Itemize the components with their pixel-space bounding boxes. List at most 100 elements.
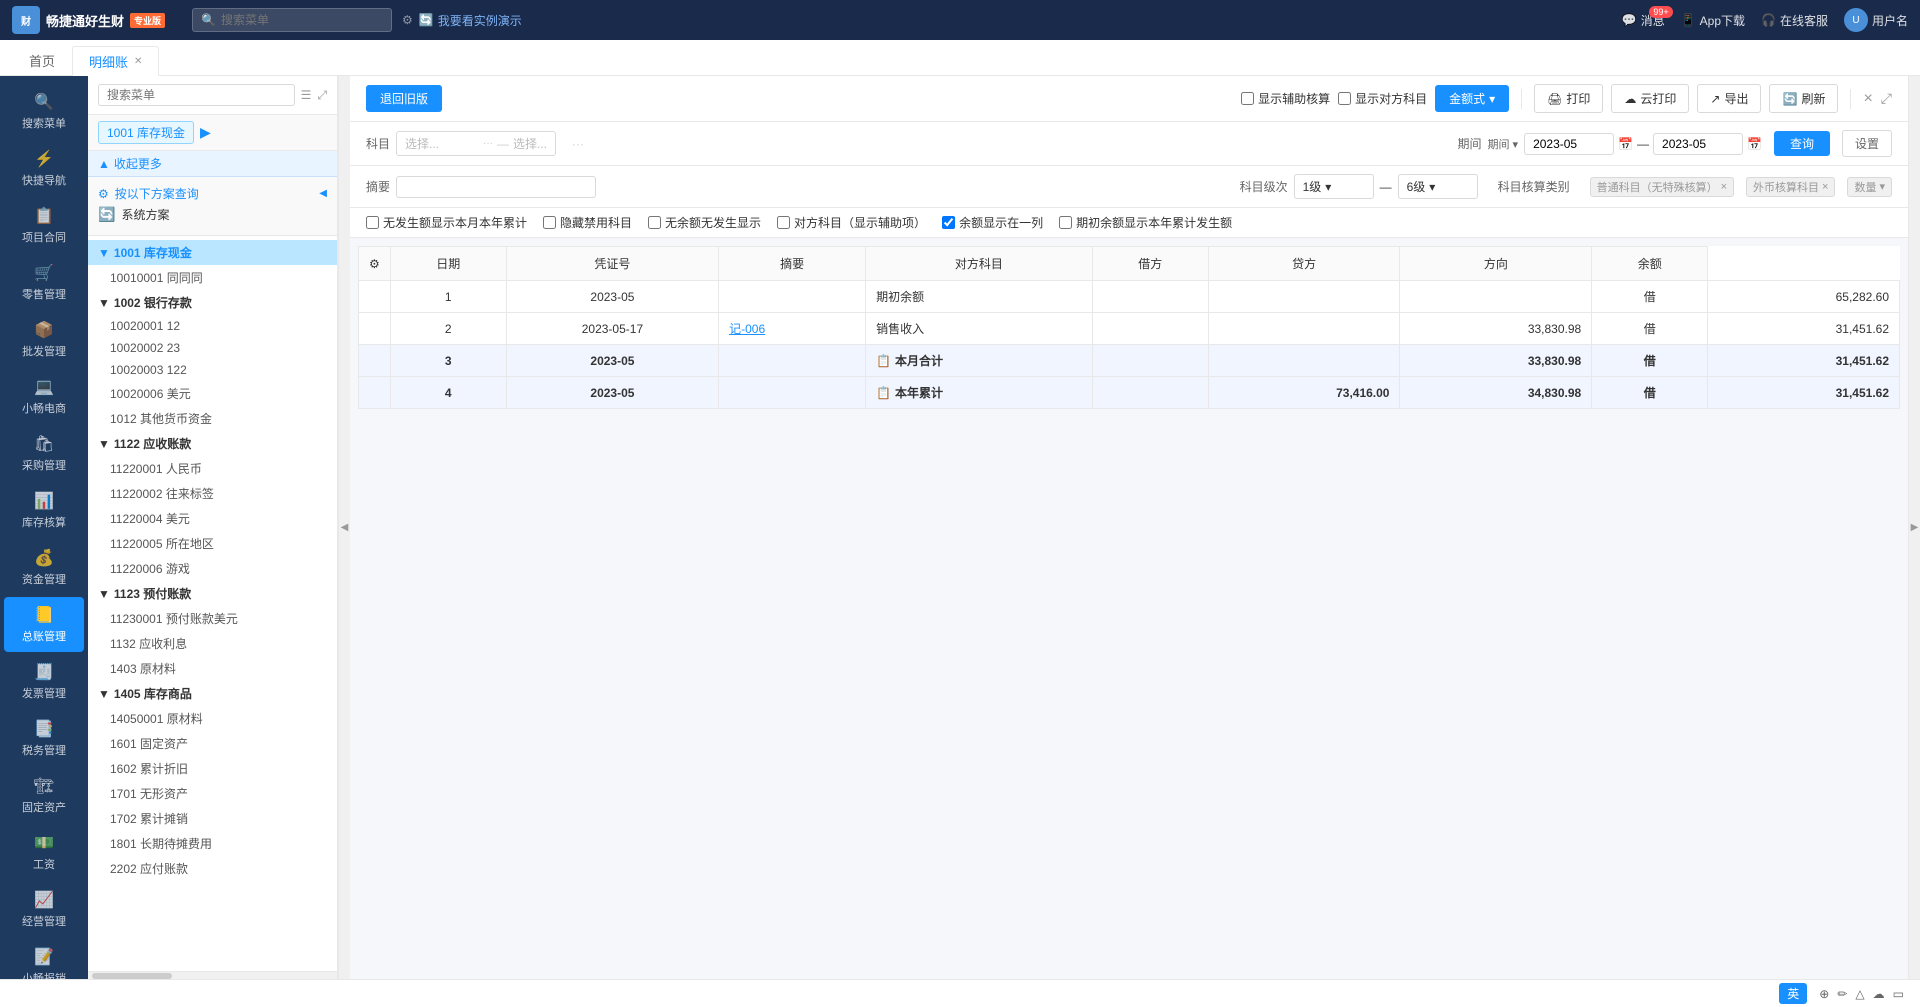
checkbox-opposite-input[interactable]: [777, 216, 790, 229]
sidebar-item-ledger[interactable]: 📒 总账管理: [4, 597, 84, 652]
cloud-print-button[interactable]: ☁ 云打印: [1611, 84, 1689, 113]
query-header[interactable]: ⚙ 按以下方案查询 ◀: [98, 185, 327, 202]
sidebar-item-ecommerce[interactable]: 💻 小畅电商: [4, 369, 84, 424]
tree-item-1132[interactable]: 1132 应收利息: [88, 631, 337, 656]
show-opposite-checkbox[interactable]: 显示对方科目: [1338, 90, 1427, 107]
show-helper-checkbox[interactable]: 显示辅助核算: [1241, 90, 1330, 107]
tree-item-2202[interactable]: 2202 应付账款: [88, 856, 337, 881]
tree-item-1403[interactable]: 1403 原材料: [88, 656, 337, 681]
checkbox-no-amount[interactable]: 无发生额显示本月本年累计: [366, 214, 527, 231]
tab-detail-ledger[interactable]: 明细账 ✕: [72, 46, 159, 76]
sidebar-item-retail[interactable]: 🛒 零售管理: [4, 255, 84, 310]
tree-item-10020001[interactable]: 10020001 12: [88, 315, 337, 337]
row-voucher-2[interactable]: 记-006: [719, 313, 866, 345]
export-button[interactable]: ↗ 导出: [1697, 84, 1761, 113]
panel-collapse-handle[interactable]: ◀: [338, 76, 350, 979]
tree-item-11220001[interactable]: 11220001 人民币: [88, 456, 337, 481]
tree-item-1701[interactable]: 1701 无形资产: [88, 781, 337, 806]
checkbox-year-accumulate[interactable]: 期初余额显示本年累计发生额: [1059, 214, 1232, 231]
tree-item-1602[interactable]: 1602 累计折旧: [88, 756, 337, 781]
tab-close-icon[interactable]: ✕: [134, 56, 142, 67]
show-helper-input[interactable]: [1241, 92, 1254, 105]
tree-item-1405[interactable]: ▼ 1405 库存商品: [88, 681, 337, 706]
checkbox-balance-col[interactable]: 余额显示在一列: [942, 214, 1043, 231]
translate-button[interactable]: 英: [1779, 983, 1807, 1004]
level-from-select[interactable]: 1级 ▾: [1294, 174, 1374, 199]
tree-item-1001[interactable]: ▼ 1001 库存现金: [88, 240, 337, 265]
expand-panel-button[interactable]: ⤢: [1881, 90, 1892, 107]
sidebar-item-inventory[interactable]: 📊 库存核算: [4, 483, 84, 538]
sidebar-item-ops[interactable]: 📈 经营管理: [4, 882, 84, 937]
refresh-button[interactable]: 🔄 刷新: [1769, 84, 1838, 113]
sidebar-item-quick-nav[interactable]: ⚡ 快捷导航: [4, 141, 84, 196]
sidebar-item-wholesale[interactable]: 📦 批发管理: [4, 312, 84, 367]
tree-item-11220002[interactable]: 11220002 往来标签: [88, 481, 337, 506]
user-menu[interactable]: U 用户名: [1844, 8, 1908, 32]
sidebar-item-tax[interactable]: 📑 税务管理: [4, 711, 84, 766]
tree-item-10020006[interactable]: 10020006 美元: [88, 381, 337, 406]
return-old-version-button[interactable]: 退回旧版: [366, 85, 442, 112]
tree-item-10020002[interactable]: 10020002 23: [88, 337, 337, 359]
app-download-button[interactable]: 📱 App下载: [1681, 12, 1745, 29]
checkbox-opposite-subject[interactable]: 对方科目（显示辅助项）: [777, 214, 926, 231]
sidebar-item-finance[interactable]: 💰 资金管理: [4, 540, 84, 595]
tag-quantity-chevron[interactable]: ▾: [1879, 180, 1885, 193]
top-search-input[interactable]: [221, 13, 341, 27]
tree-item-1012[interactable]: 1012 其他货币资金: [88, 406, 337, 431]
query-button[interactable]: 查询: [1774, 131, 1830, 156]
table-settings-icon[interactable]: ⚙: [369, 257, 380, 271]
scrollbar-thumb[interactable]: [92, 973, 172, 979]
tree-item-1601[interactable]: 1601 固定资产: [88, 731, 337, 756]
checkbox-hide-disabled-input[interactable]: [543, 216, 556, 229]
tree-item-1002[interactable]: ▼ 1002 银行存款: [88, 290, 337, 315]
tag-foreign-close-icon[interactable]: ×: [1822, 181, 1828, 193]
account-search-input[interactable]: [98, 84, 295, 106]
breadcrumb-item[interactable]: 1001 库存现金: [98, 121, 194, 144]
window-icon[interactable]: ▭: [1893, 987, 1904, 1001]
tree-item-10020003[interactable]: 10020003 122: [88, 359, 337, 381]
print-button[interactable]: 🖨 打印: [1534, 84, 1603, 113]
sidebar-item-assets[interactable]: 🏗 固定资产: [4, 768, 84, 823]
period-end-input[interactable]: [1653, 133, 1743, 155]
list-icon[interactable]: ☰: [301, 88, 312, 103]
tree-item-1702[interactable]: 1702 累计摊销: [88, 806, 337, 831]
voucher-link-2[interactable]: 记-006: [729, 322, 765, 336]
sidebar-item-report[interactable]: 📝 小畅报销: [4, 939, 84, 979]
checkbox-year-accumulate-input[interactable]: [1059, 216, 1072, 229]
tree-item-14050001[interactable]: 14050001 原材料: [88, 706, 337, 731]
settings-icon[interactable]: ⚙: [402, 13, 413, 27]
close-panel-button[interactable]: ×: [1863, 90, 1872, 108]
system-plan[interactable]: 🔄 系统方案: [98, 202, 327, 227]
level-to-select[interactable]: 6级 ▾: [1398, 174, 1478, 199]
add-icon[interactable]: ⊕: [1819, 987, 1829, 1001]
period-start-input[interactable]: [1524, 133, 1614, 155]
demo-link[interactable]: 🔄 我要看实例演示: [419, 12, 522, 29]
cloud-icon[interactable]: ☁: [1873, 987, 1885, 1001]
sidebar-item-payroll[interactable]: 💵 工资: [4, 825, 84, 880]
subject-input[interactable]: 选择... ··· — 选择...: [396, 131, 556, 156]
collapse-more-btn[interactable]: ▲ 收起更多: [88, 151, 337, 177]
tree-item-1801[interactable]: 1801 长期待摊费用: [88, 831, 337, 856]
checkbox-no-balance-input[interactable]: [648, 216, 661, 229]
alert-icon[interactable]: △: [1855, 987, 1864, 1001]
tree-item-10010001[interactable]: 10010001 同同同: [88, 265, 337, 290]
edit-icon[interactable]: ✏: [1837, 987, 1847, 1001]
tree-item-1122[interactable]: ▼ 1122 应收账款: [88, 431, 337, 456]
tree-item-11220004[interactable]: 11220004 美元: [88, 506, 337, 531]
setting-button[interactable]: 设置: [1842, 130, 1892, 157]
period-type-select[interactable]: 期间 ▾: [1487, 136, 1518, 152]
message-button[interactable]: 💬 消息 99+: [1622, 12, 1665, 29]
tree-item-11230001[interactable]: 11230001 预付账款美元: [88, 606, 337, 631]
summary-input[interactable]: [396, 176, 596, 198]
horizontal-scrollbar[interactable]: [88, 971, 337, 979]
checkbox-no-balance[interactable]: 无余额无发生显示: [648, 214, 761, 231]
tab-home[interactable]: 首页: [12, 45, 72, 75]
expand-tree-icon[interactable]: ⤢: [317, 88, 327, 103]
right-collapse-handle[interactable]: ▶: [1908, 76, 1920, 979]
checkbox-no-amount-input[interactable]: [366, 216, 379, 229]
tag-normal-close-icon[interactable]: ×: [1721, 181, 1727, 193]
show-opposite-input[interactable]: [1338, 92, 1351, 105]
checkbox-balance-col-input[interactable]: [942, 216, 955, 229]
sidebar-item-search[interactable]: 🔍 搜索菜单: [4, 84, 84, 139]
checkbox-hide-disabled[interactable]: 隐藏禁用科目: [543, 214, 632, 231]
